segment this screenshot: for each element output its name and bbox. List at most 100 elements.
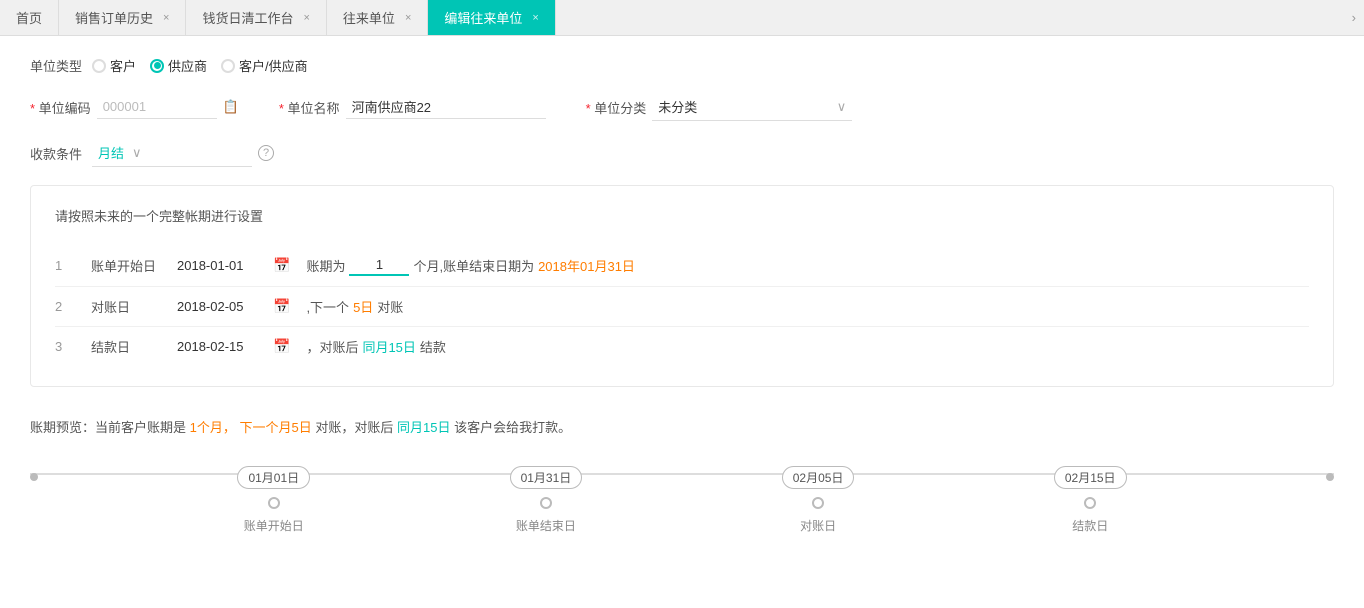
row-desc-3: ，对账后 同月15日 结款 bbox=[306, 337, 446, 356]
radio-supplier-circle bbox=[150, 59, 164, 73]
setting-row-1: 1 账单开始日 2018-01-01 📅 账期为 个月,账单结束日期为 2018… bbox=[55, 245, 1309, 287]
tab-sales-history-label: 销售订单历史 bbox=[75, 8, 153, 27]
tab-edit-partner[interactable]: 编辑往来单位 × bbox=[428, 0, 555, 35]
date-value-2: 2018-02-05 bbox=[177, 299, 267, 314]
radio-both-circle bbox=[221, 59, 235, 73]
preview-part2: 下一个月5日 bbox=[240, 420, 312, 435]
radio-supplier-label: 供应商 bbox=[168, 56, 207, 75]
tab-home[interactable]: 首页 bbox=[0, 0, 59, 35]
tab-partners-label: 往来单位 bbox=[343, 8, 395, 27]
unit-code-copy-icon[interactable]: 📋 bbox=[223, 99, 239, 115]
timeline-node-1: 01月01日 账单开始日 bbox=[237, 466, 310, 534]
radio-customer[interactable]: 客户 bbox=[92, 56, 136, 75]
row-desc-1: 账期为 个月,账单结束日期为 2018年01月31日 bbox=[306, 255, 634, 276]
row-desc-prefix-1: 账期为 bbox=[306, 256, 345, 275]
unit-name-input[interactable] bbox=[346, 95, 546, 119]
unit-type-label: 单位类型 bbox=[30, 56, 82, 75]
payment-terms-arrow-icon: ∨ bbox=[132, 145, 142, 161]
preview-part5: 该客户会给我打款。 bbox=[454, 420, 571, 435]
payment-terms-help-icon[interactable]: ? bbox=[258, 145, 274, 161]
row-desc-prefix-2: ,下一个 bbox=[306, 297, 349, 316]
row-num-1: 1 bbox=[55, 258, 75, 273]
timeline-nodes: 01月01日 账单开始日 01月31日 账单结束日 02月05日 对账日 02月… bbox=[30, 466, 1334, 534]
tab-partners[interactable]: 往来单位 × bbox=[327, 0, 428, 35]
row-desc-prefix-3: ，对账后 bbox=[306, 337, 358, 356]
payment-terms-label: 收款条件 bbox=[30, 144, 82, 163]
main-content: 单位类型 客户 供应商 客户/供应商 单位编码 📋 单位名称 bbox=[0, 36, 1364, 608]
row-highlight1-2: 5日 bbox=[353, 297, 373, 316]
setting-row-2: 2 对账日 2018-02-05 📅 ,下一个 5日 对账 bbox=[55, 287, 1309, 327]
radio-customer-label: 客户 bbox=[110, 56, 136, 75]
timeline-node-3: 02月05日 对账日 bbox=[782, 466, 855, 534]
preview-section: 账期预览：当前客户账期是 1个月， 下一个月5日 对账，对账后 同月15日 该客… bbox=[30, 407, 1334, 456]
tab-edit-partner-close[interactable]: × bbox=[532, 12, 538, 24]
row-num-3: 3 bbox=[55, 339, 75, 354]
timeline-badge-3: 02月05日 bbox=[782, 466, 855, 489]
payment-terms-dropdown-group: 月结 ∨ ? bbox=[92, 139, 274, 167]
row-desc-2: ,下一个 5日 对账 bbox=[306, 297, 403, 316]
calendar-icon-3[interactable]: 📅 bbox=[273, 338, 290, 355]
timeline-dot-4 bbox=[1084, 497, 1096, 509]
row-field-2: 对账日 bbox=[91, 297, 161, 316]
row-field-1: 账单开始日 bbox=[91, 256, 161, 275]
timeline-dot-2 bbox=[540, 497, 552, 509]
tab-sales-history[interactable]: 销售订单历史 × bbox=[59, 0, 186, 35]
preview-part3: 对账，对账后 bbox=[315, 420, 393, 435]
timeline-end-dot bbox=[1326, 473, 1334, 481]
tab-scroll-arrow[interactable]: › bbox=[1344, 0, 1364, 35]
tab-cash-work[interactable]: 钱货日清工作台 × bbox=[186, 0, 326, 35]
row-desc-suffix-3: 结款 bbox=[420, 337, 446, 356]
timeline-start-dot bbox=[30, 473, 38, 481]
timeline-label-2: 账单结束日 bbox=[516, 517, 576, 534]
unit-category-select[interactable]: 未分类 ∨ bbox=[652, 93, 852, 121]
unit-category-value: 未分类 bbox=[658, 97, 697, 116]
date-field-3: 2018-02-15 📅 bbox=[177, 338, 290, 355]
row-highlight-3: 同月15日 bbox=[362, 337, 415, 356]
preview-part4: 同月15日 bbox=[397, 420, 450, 435]
unit-category-arrow-icon: ∨ bbox=[837, 99, 847, 115]
timeline-node-2: 01月31日 账单结束日 bbox=[510, 466, 583, 534]
calendar-icon-1[interactable]: 📅 bbox=[273, 257, 290, 274]
row-highlight-1: 2018年01月31日 bbox=[538, 256, 635, 275]
card-title: 请按照未来的一个完整帐期进行设置 bbox=[55, 206, 1309, 225]
preview-label: 账期预览：当前客户账期是 bbox=[30, 420, 186, 435]
radio-both-label: 客户/供应商 bbox=[239, 56, 308, 75]
tab-edit-partner-label: 编辑往来单位 bbox=[444, 8, 522, 27]
timeline-label-1: 账单开始日 bbox=[244, 517, 304, 534]
row-desc-suffix-1: 个月,账单结束日期为 bbox=[413, 256, 534, 275]
row-num-2: 2 bbox=[55, 299, 75, 314]
tab-partners-close[interactable]: × bbox=[405, 12, 411, 24]
tab-cash-work-label: 钱货日清工作台 bbox=[202, 8, 293, 27]
code-name-category-row: 单位编码 📋 单位名称 单位分类 未分类 ∨ bbox=[30, 93, 1334, 121]
unit-code-label: 单位编码 bbox=[30, 98, 91, 117]
settings-card: 请按照未来的一个完整帐期进行设置 1 账单开始日 2018-01-01 📅 账期… bbox=[30, 185, 1334, 387]
payment-terms-value: 月结 bbox=[98, 143, 124, 162]
payment-terms-row: 收款条件 月结 ∨ ? bbox=[30, 139, 1334, 167]
period-input[interactable] bbox=[349, 255, 409, 276]
unit-category-group: 单位分类 未分类 ∨ bbox=[586, 93, 853, 121]
unit-type-row: 单位类型 客户 供应商 客户/供应商 bbox=[30, 56, 1334, 75]
unit-category-label: 单位分类 bbox=[586, 98, 647, 117]
tab-cash-work-close[interactable]: × bbox=[303, 12, 309, 24]
unit-code-input[interactable] bbox=[97, 95, 217, 119]
timeline-dot-1 bbox=[268, 497, 280, 509]
preview-part1: 1个月， bbox=[190, 420, 236, 435]
timeline-dot-3 bbox=[812, 497, 824, 509]
unit-type-radio-group: 客户 供应商 客户/供应商 bbox=[92, 56, 308, 75]
calendar-icon-2[interactable]: 📅 bbox=[273, 298, 290, 315]
timeline-label-3: 对账日 bbox=[800, 517, 836, 534]
payment-terms-select[interactable]: 月结 ∨ bbox=[92, 139, 252, 167]
tab-home-label: 首页 bbox=[16, 8, 42, 27]
timeline-badge-4: 02月15日 bbox=[1054, 466, 1127, 489]
timeline-node-4: 02月15日 结款日 bbox=[1054, 466, 1127, 534]
date-field-2: 2018-02-05 📅 bbox=[177, 298, 290, 315]
radio-supplier[interactable]: 供应商 bbox=[150, 56, 207, 75]
row-desc-suffix-2: 对账 bbox=[377, 297, 403, 316]
tab-sales-history-close[interactable]: × bbox=[163, 12, 169, 24]
tab-bar: 首页 销售订单历史 × 钱货日清工作台 × 往来单位 × 编辑往来单位 × › bbox=[0, 0, 1364, 36]
radio-both[interactable]: 客户/供应商 bbox=[221, 56, 308, 75]
unit-name-group: 单位名称 bbox=[279, 95, 546, 119]
date-value-3: 2018-02-15 bbox=[177, 339, 267, 354]
date-field-1: 2018-01-01 📅 bbox=[177, 257, 290, 274]
timeline-badge-2: 01月31日 bbox=[510, 466, 583, 489]
